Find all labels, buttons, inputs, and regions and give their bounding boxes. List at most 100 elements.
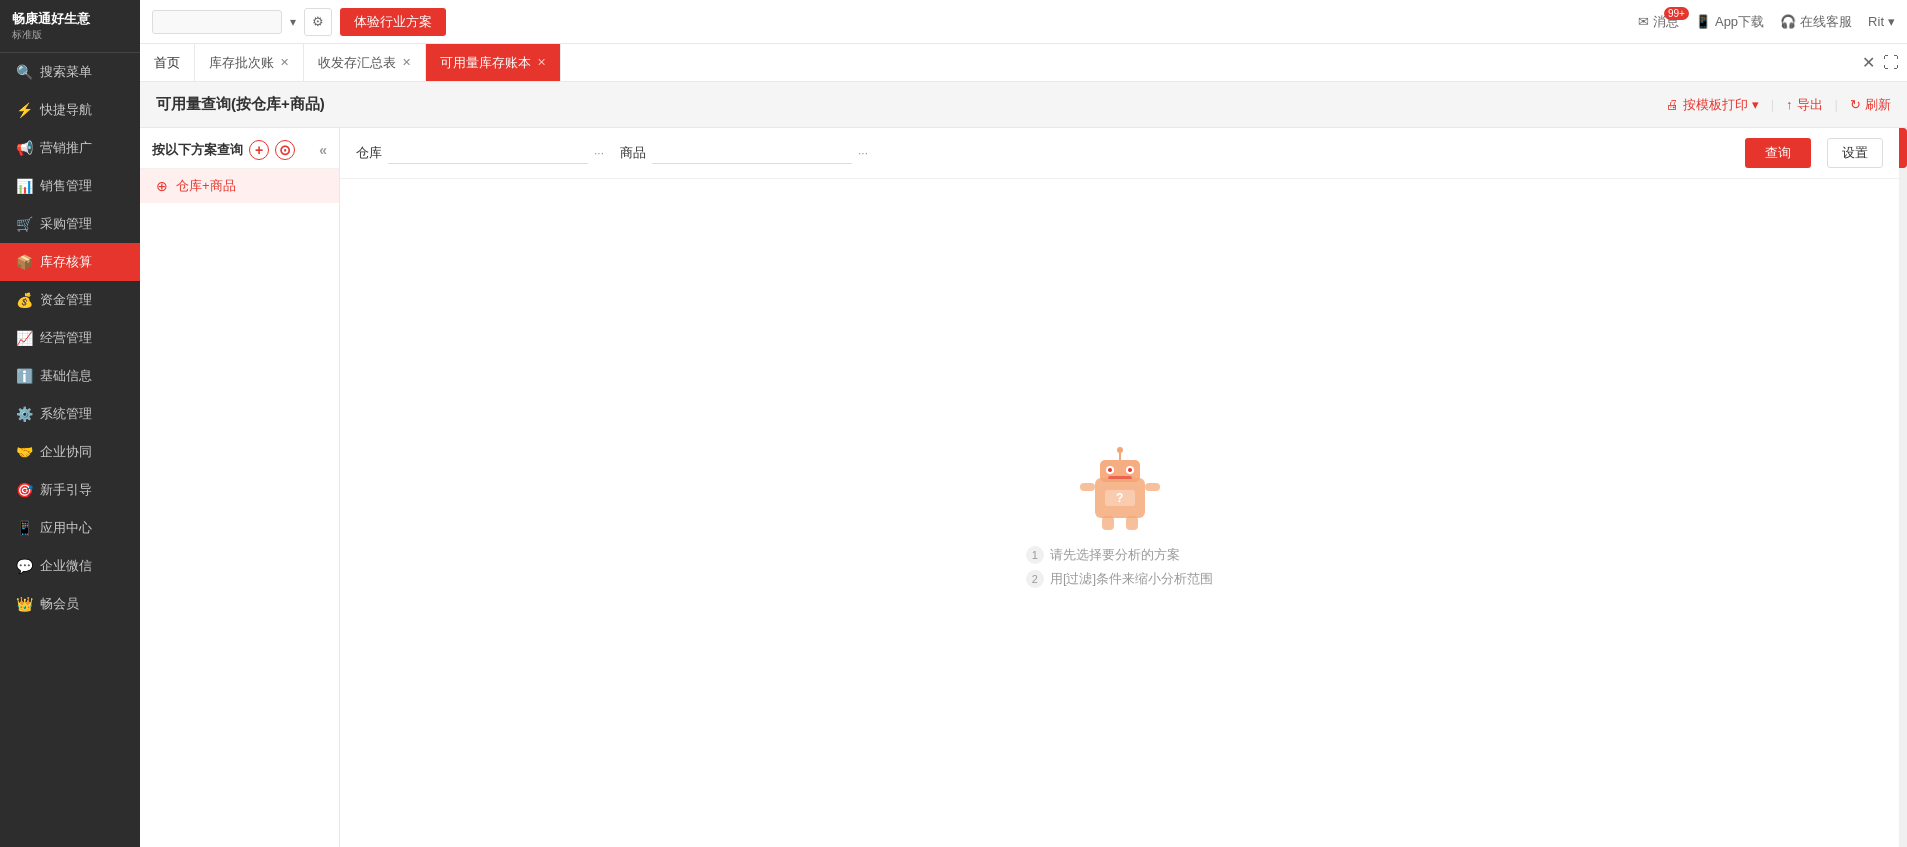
tab-available-inventory[interactable]: 可用量库存账本 ✕ (426, 44, 561, 81)
basicinfo-icon: ℹ️ (16, 368, 32, 384)
scheme-item-warehouse-product[interactable]: ⊕ 仓库+商品 (140, 169, 339, 203)
export-btn[interactable]: ↑ 导出 (1786, 96, 1823, 114)
sidebar-item-purchase[interactable]: 🛒 采购管理 (0, 205, 140, 243)
sidebar-item-label: 新手引导 (40, 481, 92, 499)
product-more-btn[interactable]: ··· (858, 146, 868, 160)
app-download-link[interactable]: 📱 App下载 (1695, 13, 1764, 31)
svg-text:?: ? (1116, 491, 1123, 505)
tab-inventory-batch[interactable]: 库存批次账 ✕ (195, 44, 304, 81)
product-filter-group: 商品 ··· (620, 142, 868, 164)
product-filter-input[interactable] (652, 142, 852, 164)
sidebar-item-inventory[interactable]: 📦 库存核算 (0, 243, 140, 281)
sidebar-item-appcenter[interactable]: 📱 应用中心 (0, 509, 140, 547)
warehouse-more-btn[interactable]: ··· (594, 146, 604, 160)
sidebar-logo: 畅康通好生意 标准版 (0, 0, 140, 53)
product-filter-label: 商品 (620, 144, 646, 162)
sidebar-item-cooperation[interactable]: 🤝 企业协同 (0, 433, 140, 471)
marketing-icon: 📢 (16, 140, 32, 156)
page-title: 可用量查询(按仓库+商品) (156, 95, 1666, 114)
empty-state-illustration: ? (1070, 438, 1170, 538)
trial-industry-btn[interactable]: 体验行业方案 (340, 8, 446, 36)
app-name: 畅康通好生意 (12, 10, 128, 28)
sidebar-item-label: 系统管理 (40, 405, 92, 423)
topbar-search-input[interactable] (152, 10, 282, 34)
mobile-icon: 📱 (1695, 14, 1711, 29)
topbar-dropdown-btn[interactable]: ▾ (290, 15, 296, 29)
sidebar-item-sales[interactable]: 📊 销售管理 (0, 167, 140, 205)
collapse-panel-btn[interactable]: « (319, 142, 327, 158)
scheme-settings-btn[interactable]: ⊙ (275, 140, 295, 160)
sidebar-item-newbie[interactable]: 🎯 新手引导 (0, 471, 140, 509)
content-area: 按以下方案查询 + ⊙ « ⊕ 仓库+商品 仓库 ··· (140, 128, 1907, 847)
tab-inventory-batch-close[interactable]: ✕ (280, 56, 289, 69)
sidebar-item-search[interactable]: 🔍 搜索菜单 (0, 53, 140, 91)
left-panel-header: 按以下方案查询 + ⊙ « (140, 140, 339, 169)
right-scrollbar[interactable] (1899, 128, 1907, 847)
tab-close-btn[interactable]: ✕ (1862, 53, 1875, 72)
tab-available-inventory-close[interactable]: ✕ (537, 56, 546, 69)
user-area[interactable]: Rit ▾ (1868, 14, 1895, 29)
finance-icon: 💰 (16, 292, 32, 308)
query-button[interactable]: 查询 (1745, 138, 1811, 168)
tab-available-inventory-label: 可用量库存账本 (440, 54, 531, 72)
tab-inventory-batch-label: 库存批次账 (209, 54, 274, 72)
user-name: Rit (1868, 14, 1884, 29)
sidebar-item-system[interactable]: ⚙️ 系统管理 (0, 395, 140, 433)
sidebar-item-marketing[interactable]: 📢 营销推广 (0, 129, 140, 167)
message-badge: 99+ (1664, 7, 1689, 20)
tab-bar: 首页 库存批次账 ✕ 收发存汇总表 ✕ 可用量库存账本 ✕ ✕ ⛶ (140, 44, 1907, 82)
hint-num-1: 1 (1026, 546, 1044, 564)
warehouse-filter-input[interactable] (388, 142, 588, 164)
online-service-link[interactable]: 🎧 在线客服 (1780, 13, 1852, 31)
sidebar-item-basicinfo[interactable]: ℹ️ 基础信息 (0, 357, 140, 395)
sidebar-item-wechat[interactable]: 💬 企业微信 (0, 547, 140, 585)
print-dropdown-icon: ▾ (1752, 97, 1759, 112)
message-icon: ✉ (1638, 14, 1649, 29)
tab-receive-summary-label: 收发存汇总表 (318, 54, 396, 72)
sidebar: 畅康通好生意 标准版 🔍 搜索菜单 ⚡ 快捷导航 📢 营销推广 📊 销售管理 🛒… (0, 0, 140, 847)
settings-circle-icon: ⊙ (279, 142, 291, 158)
right-panel: 仓库 ··· 商品 ··· 查询 设置 (340, 128, 1899, 847)
operations-icon: 📈 (16, 330, 32, 346)
svg-rect-12 (1126, 516, 1138, 530)
hint-item-1: 1 请先选择要分析的方案 (1026, 546, 1213, 564)
sidebar-item-finance[interactable]: 💰 资金管理 (0, 281, 140, 319)
scheme-item-label: 仓库+商品 (176, 177, 236, 195)
purchase-icon: 🛒 (16, 216, 32, 232)
message-btn[interactable]: ✉ 消息 99+ (1638, 13, 1679, 31)
svg-point-4 (1108, 468, 1112, 472)
tab-expand-btn[interactable]: ⛶ (1883, 54, 1899, 72)
cooperation-icon: 🤝 (16, 444, 32, 460)
hint-item-2: 2 用[过滤]条件来缩小分析范围 (1026, 570, 1213, 588)
filter-settings-button[interactable]: 设置 (1827, 138, 1883, 168)
empty-state: ? 1 请先选择要分析的方案 2 用[过滤]条件来缩小分析范围 (340, 179, 1899, 847)
member-icon: 👑 (16, 596, 32, 612)
search-icon: 🔍 (16, 64, 32, 80)
newbie-icon: 🎯 (16, 482, 32, 498)
page-header: 可用量查询(按仓库+商品) 🖨 按模板打印 ▾ | ↑ 导出 | ↻ 刷新 (140, 82, 1907, 128)
add-scheme-btn[interactable]: + (249, 140, 269, 160)
export-icon: ↑ (1786, 97, 1793, 112)
sidebar-item-member[interactable]: 👑 畅会员 (0, 585, 140, 623)
warehouse-filter-label: 仓库 (356, 144, 382, 162)
topbar-gear-btn[interactable]: ⚙ (304, 8, 332, 36)
empty-state-hints: 1 请先选择要分析的方案 2 用[过滤]条件来缩小分析范围 (1026, 546, 1213, 588)
sidebar-item-label: 资金管理 (40, 291, 92, 309)
sidebar-item-operations[interactable]: 📈 经营管理 (0, 319, 140, 357)
scrollbar-thumb[interactable] (1899, 128, 1907, 168)
sidebar-item-label: 快捷导航 (40, 101, 92, 119)
tab-home-label: 首页 (154, 54, 180, 72)
print-btn[interactable]: 🖨 按模板打印 ▾ (1666, 96, 1759, 114)
tab-receive-summary-close[interactable]: ✕ (402, 56, 411, 69)
hint-text-2: 用[过滤]条件来缩小分析范围 (1050, 570, 1213, 588)
sidebar-item-label: 库存核算 (40, 253, 92, 271)
sidebar-item-label: 基础信息 (40, 367, 92, 385)
tab-receive-summary[interactable]: 收发存汇总表 ✕ (304, 44, 426, 81)
sidebar-item-label: 销售管理 (40, 177, 92, 195)
refresh-btn[interactable]: ↻ 刷新 (1850, 96, 1891, 114)
sidebar-item-quicknav[interactable]: ⚡ 快捷导航 (0, 91, 140, 129)
tab-home[interactable]: 首页 (140, 44, 195, 81)
filter-bar: 仓库 ··· 商品 ··· 查询 设置 (340, 128, 1899, 179)
sidebar-item-label: 企业协同 (40, 443, 92, 461)
svg-rect-10 (1145, 483, 1160, 491)
